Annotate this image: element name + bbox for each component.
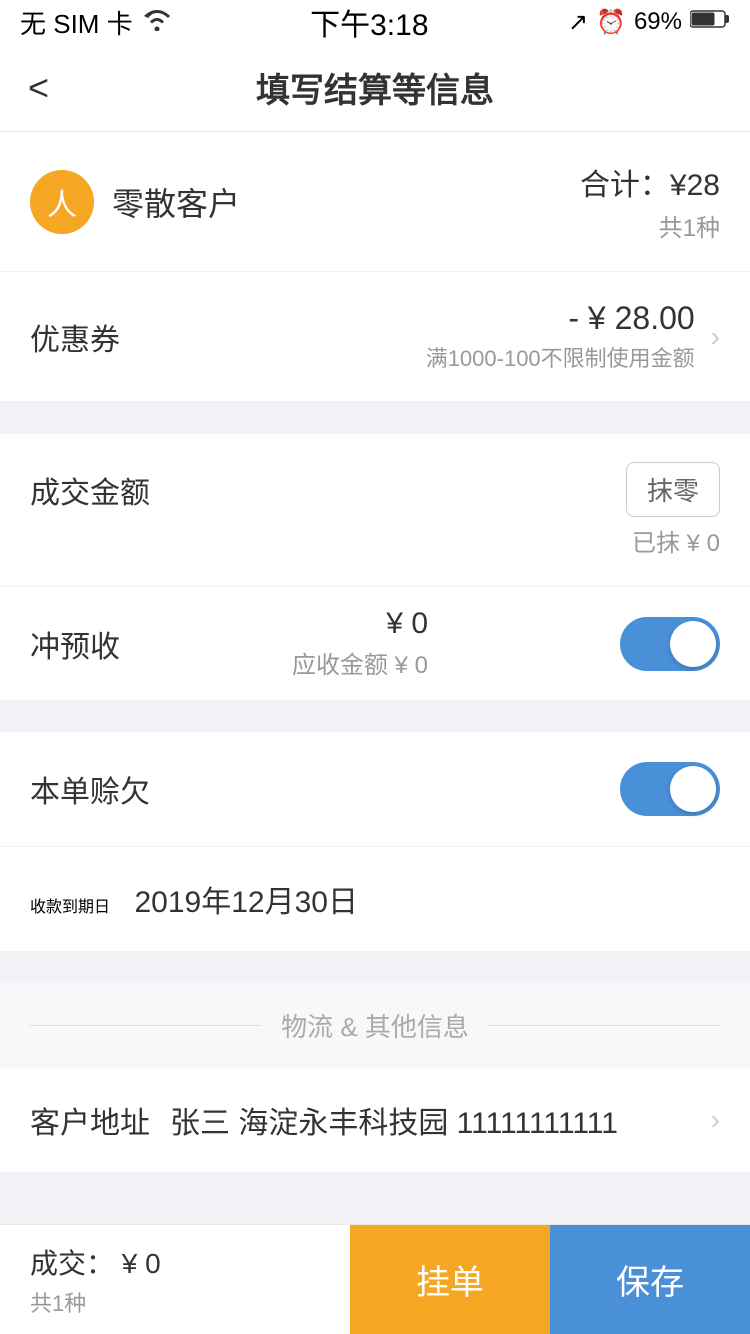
- due-date-label: 收款到期日: [30, 899, 110, 916]
- deal-amount-label: 成交金额: [30, 468, 150, 512]
- hold-button-label: 挂单: [416, 1255, 484, 1304]
- back-icon: <: [28, 67, 49, 108]
- due-date-value: 2019年12月30日: [134, 886, 357, 919]
- prepay-sub-value: 应收金额 ¥ 0: [292, 645, 428, 680]
- coupon-label: 优惠券: [30, 315, 120, 359]
- logistics-title: 物流 & 其他信息: [281, 1007, 469, 1044]
- bottom-bar: 成交： ¥ 0 共1种 挂单 保存: [0, 1224, 750, 1334]
- due-date-row: 收款到期日 2019年12月30日: [0, 846, 750, 951]
- debt-card: 本单赊欠 收款到期日 2019年12月30日: [0, 732, 750, 951]
- coupon-desc: 满1000-100不限制使用金额: [426, 341, 695, 373]
- wifi-icon: [143, 7, 171, 38]
- status-right: ↗ ⏰ 69%: [568, 8, 730, 37]
- coupon-amount: - ¥ 28.00: [426, 300, 695, 337]
- avatar-icon: 人: [47, 180, 77, 224]
- coupon-value-container: - ¥ 28.00 满1000-100不限制使用金额: [426, 300, 695, 373]
- avatar: 人: [30, 170, 94, 234]
- customer-left: 人 零散客户: [30, 170, 240, 234]
- bottom-info: 成交： ¥ 0 共1种: [0, 1242, 350, 1318]
- prepay-main-value: ¥ 0: [292, 607, 428, 641]
- prepay-label: 冲预收: [30, 622, 120, 666]
- toggle-knob: [670, 621, 716, 667]
- battery-text: 69%: [634, 8, 682, 36]
- customer-card: 人 零散客户 合计：¥28 共1种 优惠券 - ¥ 28.00 满1000-10…: [0, 132, 750, 401]
- address-value: 张三 海淀永丰科技园 11111111111: [170, 1098, 711, 1142]
- bottom-deal-amount: ¥ 0: [122, 1248, 161, 1279]
- logistics-line-right: [489, 1025, 720, 1026]
- section-divider-3: [0, 967, 750, 983]
- bottom-deal-label: 成交：: [30, 1248, 114, 1279]
- nav-bar: < 填写结算等信息: [0, 44, 750, 132]
- customer-summary: 合计：¥28 共1种: [580, 160, 720, 243]
- alarm-icon: ⏰: [596, 8, 626, 37]
- coupon-right: - ¥ 28.00 满1000-100不限制使用金额 ›: [426, 300, 720, 373]
- debt-toggle[interactable]: [620, 762, 720, 816]
- debt-toggle-knob: [670, 766, 716, 812]
- deal-amount-card: 成交金额 0 抹零 已抹 ¥ 0 冲预收 ¥ 0 应收金额 ¥ 0: [0, 433, 750, 700]
- page-title: 填写结算等信息: [256, 63, 494, 112]
- status-left: 无 SIM 卡: [20, 4, 171, 41]
- coupon-chevron-icon: ›: [711, 321, 720, 353]
- status-bar: 无 SIM 卡 下午3:18 ↗ ⏰ 69%: [0, 0, 750, 44]
- status-time: 下午3:18: [310, 0, 428, 44]
- back-button[interactable]: <: [28, 67, 49, 109]
- carrier-text: 无 SIM 卡: [20, 4, 133, 41]
- deal-top: 成交金额 0 抹零: [30, 462, 720, 517]
- save-button-label: 保存: [616, 1255, 684, 1304]
- hold-button[interactable]: 挂单: [350, 1225, 550, 1334]
- section-divider-2: [0, 716, 750, 732]
- logistics-header: 物流 & 其他信息: [0, 983, 750, 1068]
- prepay-toggle[interactable]: [620, 617, 720, 671]
- total-amount: 合计：¥28: [580, 160, 720, 204]
- customer-row: 人 零散客户 合计：¥28 共1种: [0, 132, 750, 271]
- deal-amount-row: 成交金额 0 抹零 已抹 ¥ 0: [0, 433, 750, 586]
- round-zero-button[interactable]: 抹零: [626, 462, 720, 517]
- address-chevron-icon: ›: [711, 1104, 720, 1136]
- logistics-card: 物流 & 其他信息 客户地址 张三 海淀永丰科技园 11111111111 ›: [0, 983, 750, 1172]
- prepay-values: ¥ 0 应收金额 ¥ 0: [292, 607, 428, 680]
- coupon-row[interactable]: 优惠券 - ¥ 28.00 满1000-100不限制使用金额 ›: [0, 271, 750, 401]
- content: 人 零散客户 合计：¥28 共1种 优惠券 - ¥ 28.00 满1000-10…: [0, 132, 750, 1318]
- bottom-deal-text: 成交： ¥ 0: [30, 1242, 350, 1282]
- logistics-line-left: [30, 1025, 261, 1026]
- location-icon: ↗: [568, 8, 588, 37]
- total-count: 共1种: [580, 208, 720, 243]
- save-button[interactable]: 保存: [550, 1225, 750, 1334]
- address-label: 客户地址: [30, 1098, 150, 1142]
- debt-label: 本单赊欠: [30, 767, 150, 811]
- address-row[interactable]: 客户地址 张三 海淀永丰科技园 11111111111 ›: [0, 1068, 750, 1172]
- prepay-row: 冲预收 ¥ 0 应收金额 ¥ 0: [0, 586, 750, 700]
- debt-row: 本单赊欠: [0, 732, 750, 846]
- bottom-count: 共1种: [30, 1286, 350, 1318]
- deal-amount-sub: 已抹 ¥ 0: [30, 523, 720, 558]
- deal-amount-input[interactable]: 0: [530, 470, 610, 509]
- section-divider-1: [0, 417, 750, 433]
- customer-name: 零散客户: [112, 179, 240, 225]
- battery-icon: [690, 8, 730, 36]
- deal-amount-right: 0 抹零: [530, 462, 720, 517]
